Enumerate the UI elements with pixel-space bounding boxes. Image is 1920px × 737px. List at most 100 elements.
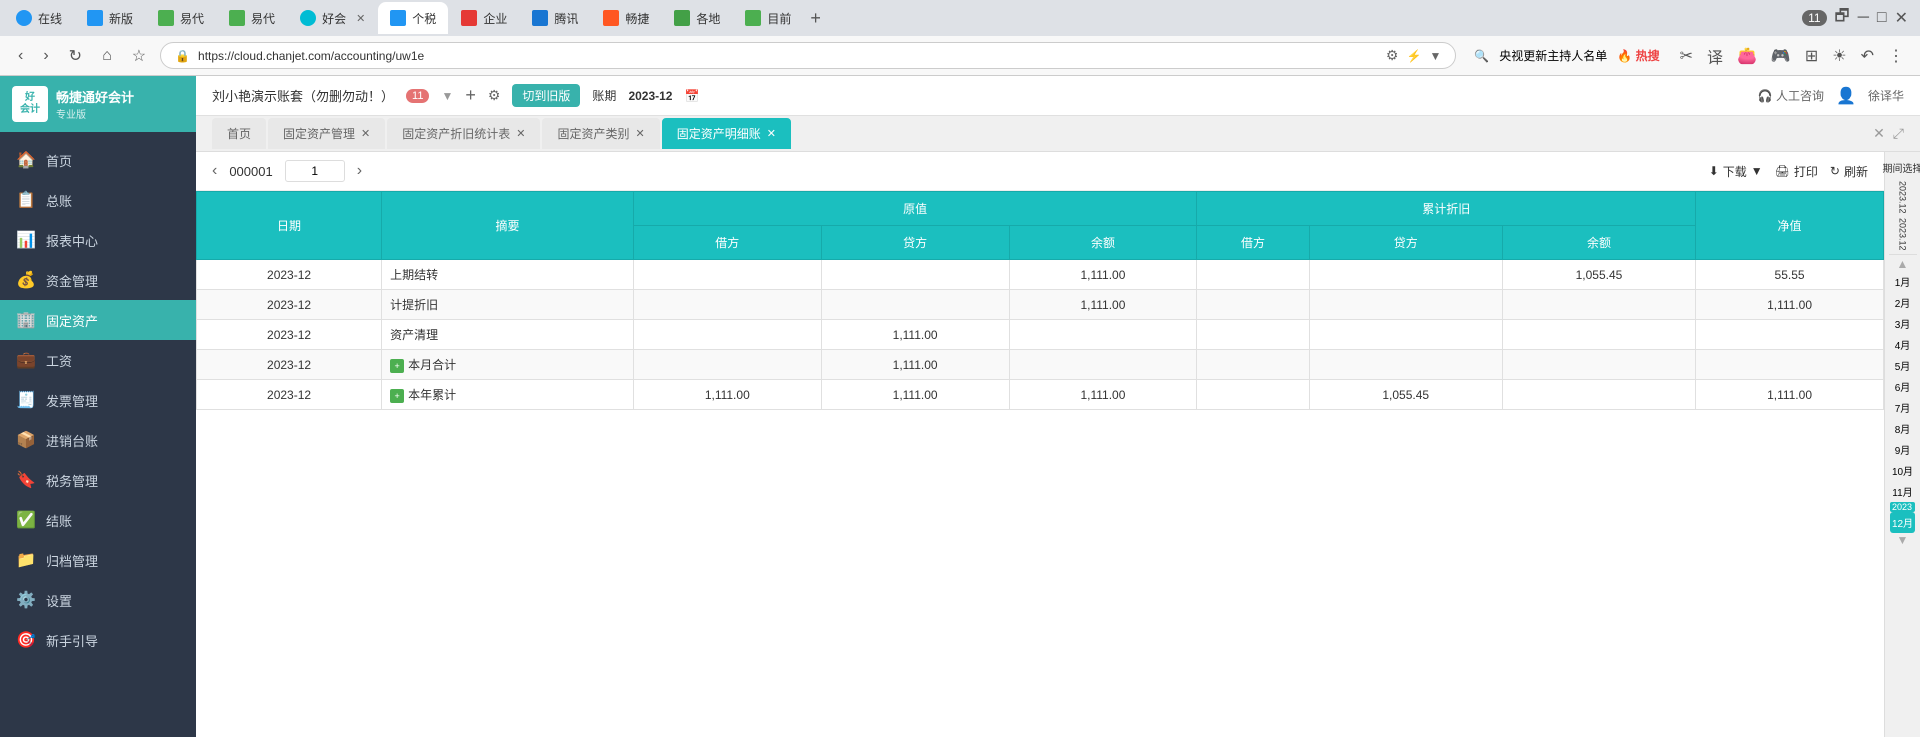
tab-geshui[interactable]: 个税 [378,2,448,34]
sidebar-item-reports[interactable]: 📊 报表中心 [0,220,196,260]
close-window-icon[interactable]: ✕ [1895,8,1908,28]
period-month-item[interactable]: 8月 [1890,418,1915,439]
scroll-down-button[interactable]: ▼ [1897,533,1909,547]
period-month-item[interactable]: 11月 [1890,481,1915,502]
maximize-icon[interactable]: □ [1877,9,1887,27]
download-button[interactable]: ⬇ 下载 ▼ [1709,163,1763,180]
sidebar-item-fixed-assets[interactable]: 🏢 固定资产 [0,300,196,340]
tab-haohui[interactable]: 好会 ✕ [288,2,377,34]
print-button[interactable]: 🖨 打印 [1775,163,1818,180]
minimize-icon[interactable]: ─ [1858,9,1869,27]
url-dropdown-icon[interactable]: ▼ [1429,49,1441,63]
back-button[interactable]: ‹ [12,45,29,67]
download-dropdown-icon[interactable]: ▼ [1751,164,1763,178]
scroll-up-button[interactable]: ▲ [1897,257,1909,271]
table-row[interactable]: 2023-12 +本年累计 1,111.00 1,111.00 1,111.00… [197,380,1884,410]
period-month-item[interactable]: 5月 [1890,355,1915,376]
history-icon[interactable]: ↶ [1857,44,1878,68]
forward-button[interactable]: › [37,45,54,67]
grid-icon[interactable]: ⊞ [1801,44,1822,68]
period-month-item[interactable]: 12月 [1890,512,1915,533]
page-tab-close-depreciation-summary[interactable]: ✕ [516,127,525,140]
sidebar-item-close[interactable]: ✅ 结账 [0,500,196,540]
sidebar-item-funds[interactable]: 💰 资金管理 [0,260,196,300]
page-tab-asset-category[interactable]: 固定资产类别 ✕ [542,118,659,149]
wallet-icon[interactable]: 👛 [1733,44,1761,68]
page-tab-close-fixed-assets-mgmt[interactable]: ✕ [361,127,370,140]
brightness-icon[interactable]: ☀ [1828,44,1850,68]
period-month-item[interactable]: 3月 [1890,313,1915,334]
sidebar-item-payroll[interactable]: 💼 工资 [0,340,196,380]
period-month-item[interactable]: 1月 [1890,271,1915,292]
tab-online[interactable]: 在线 [4,2,74,34]
account-dropdown-icon[interactable]: ▼ [441,89,453,103]
cut-icon[interactable]: ✂ [1676,44,1697,68]
tab-tengxun[interactable]: 腾讯 [520,2,590,34]
table-row[interactable]: 2023-12 +本月合计 1,111.00 [197,350,1884,380]
home-button[interactable]: ⌂ [96,45,118,67]
sales-icon: 📦 [16,430,36,450]
bookmark-button[interactable]: ☆ [126,44,152,68]
table-row[interactable]: 2023-12 资产清理 1,111.00 [197,320,1884,350]
sidebar-item-settings[interactable]: ⚙️ 设置 [0,580,196,620]
page-tab-fixed-assets-mgmt[interactable]: 固定资产管理 ✕ [268,118,385,149]
page-tab-close-asset-ledger[interactable]: ✕ [767,127,776,140]
tab-gedi[interactable]: 各地 [662,2,732,34]
next-page-button[interactable]: › [357,162,362,180]
period-month-item[interactable]: 6月 [1890,376,1915,397]
tab-changjie[interactable]: 畅捷 [591,2,661,34]
ledger-icon: 📋 [16,190,36,210]
tab-yidai1[interactable]: 易代 [146,2,216,34]
period-month-item[interactable]: 10月 [1890,460,1915,481]
period-switch-button[interactable]: 切到旧版 [512,84,580,107]
cell-net-value: 1,111.00 [1696,380,1884,410]
tab-label-gedi: 各地 [696,10,720,27]
refresh-nav-button[interactable]: ↻ [63,44,88,68]
page-tab-close-asset-category[interactable]: ✕ [636,127,645,140]
period-month-item[interactable]: 7月 [1890,397,1915,418]
hot-search-label[interactable]: 🔥 热搜 [1617,47,1659,64]
sidebar-item-invoice[interactable]: 🧾 发票管理 [0,380,196,420]
sidebar-item-tax[interactable]: 🔖 税务管理 [0,460,196,500]
tab-muqian[interactable]: 目前 [733,2,803,34]
more-icon[interactable]: ⋮ [1884,44,1908,68]
tab-new[interactable]: 新版 [75,2,145,34]
refresh-button[interactable]: ↻ 刷新 [1830,163,1868,180]
period-date-1[interactable]: 2023.12 [1896,179,1910,216]
prev-page-button[interactable]: ‹ [212,162,217,180]
sidebar-item-archive[interactable]: 📁 归档管理 [0,540,196,580]
page-tab-home[interactable]: 首页 [212,118,266,149]
cell-accum-debit [1197,320,1309,350]
sidebar-item-home[interactable]: 🏠 首页 [0,140,196,180]
period-month-item[interactable]: 4月 [1890,334,1915,355]
tab-close-haohui[interactable]: ✕ [356,12,365,25]
tab-expand-icon[interactable]: ⤢ [1893,125,1904,142]
page-tab-asset-ledger[interactable]: 固定资产明细账 ✕ [662,118,791,149]
sidebar-item-label-close: 结账 [46,511,72,530]
sidebar-item-guide[interactable]: 🎯 新手引导 [0,620,196,660]
period-month-item[interactable]: 2月 [1890,292,1915,313]
table-row[interactable]: 2023-12 计提折旧 1,111.00 1,111.00 [197,290,1884,320]
account-settings-button[interactable]: ⚙ [488,87,501,104]
period-date-2[interactable]: 2023.12 [1896,216,1910,253]
user-name[interactable]: 徐译华 [1868,87,1904,104]
restore-icon[interactable]: 🗗 [1835,5,1850,32]
sidebar-item-sales[interactable]: 📦 进销台账 [0,420,196,460]
service-button[interactable]: 🎧 人工咨询 [1758,87,1824,104]
page-tab-depreciation-summary[interactable]: 固定资产折旧统计表 ✕ [387,118,540,149]
tab-qiye[interactable]: 企业 [449,2,519,34]
sidebar-item-ledger[interactable]: 📋 总账 [0,180,196,220]
game-icon[interactable]: 🎮 [1767,44,1795,68]
add-account-button[interactable]: + [465,85,476,106]
tab-yidai2[interactable]: 易代 [217,2,287,34]
translate-icon[interactable]: 译 [1703,42,1727,70]
table-row[interactable]: 2023-12 上期结转 1,111.00 1,055.45 55.55 [197,260,1884,290]
url-bar[interactable]: 🔒 https://cloud.chanjet.com/accounting/u… [160,42,1456,69]
period-month-item[interactable]: 9月 [1890,439,1915,460]
page-number-input[interactable] [285,160,345,182]
new-tab-button[interactable]: + [804,8,827,29]
cell-accum-balance [1502,320,1695,350]
cell-accum-credit [1309,290,1502,320]
tab-collapse-icon[interactable]: ✕ [1873,125,1885,142]
calendar-icon[interactable]: 📅 [684,89,699,103]
